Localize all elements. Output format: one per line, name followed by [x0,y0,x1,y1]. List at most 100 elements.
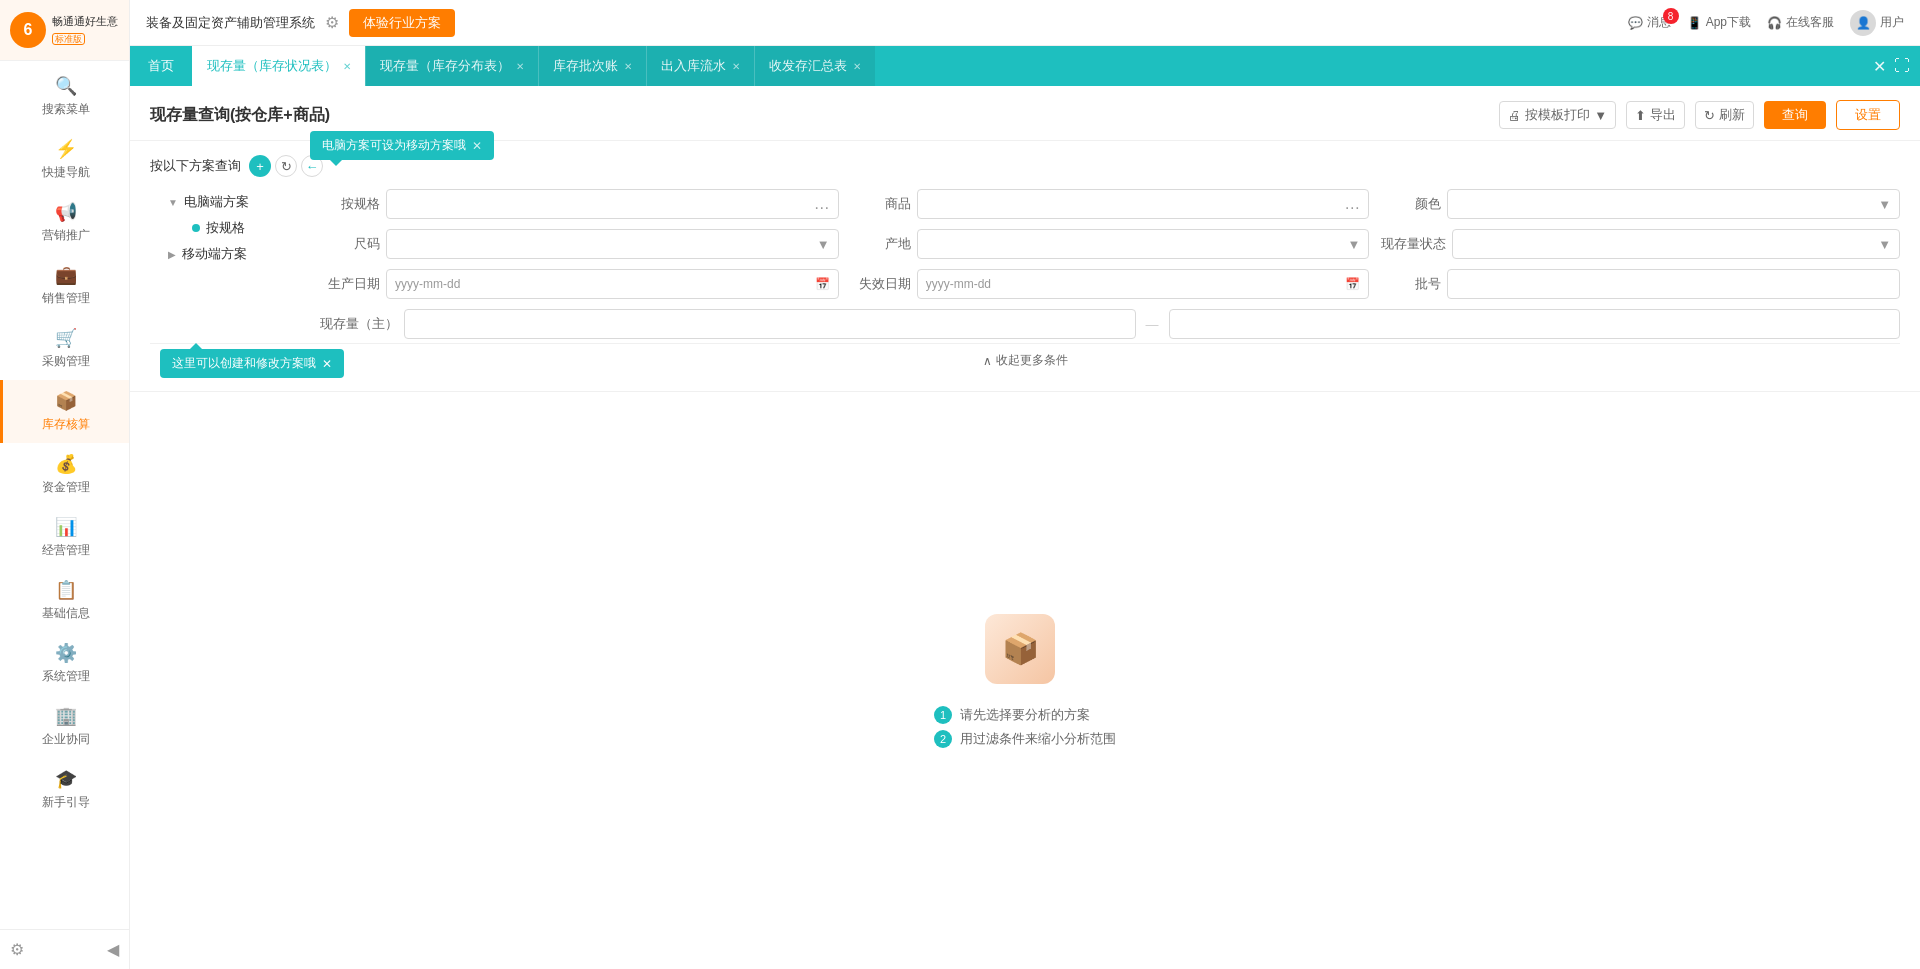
message-badge: 8 [1663,8,1679,24]
color-select[interactable]: ▼ [1447,189,1900,219]
service-item[interactable]: 🎧 在线客服 [1767,14,1834,31]
app-download-item[interactable]: 📱 App下载 [1687,14,1751,31]
stock-status-select[interactable]: ▼ [1452,229,1900,259]
tooltip1-close[interactable]: ✕ [472,139,482,153]
message-icon-item[interactable]: 💬 消息 8 [1628,14,1671,31]
sidebar-item-finance-label: 资金管理 [42,479,90,496]
field-batch: 批号 [1381,269,1900,299]
origin-select[interactable]: ▼ [917,229,1370,259]
sidebar-item-sales-label: 销售管理 [42,290,90,307]
refresh-btn[interactable]: ↻ 刷新 [1695,101,1754,129]
print-btn[interactable]: 🖨 按模板打印 ▼ [1499,101,1616,129]
expiry-date-start[interactable]: yyyy-mm-dd 📅 [917,269,1370,299]
tab-inventory-status[interactable]: 现存量（库存状况表） ✕ [192,46,365,86]
filter-body: ▼ 电脑端方案 按规格 ▶ 移动端方案 [150,189,1900,339]
scheme-pc[interactable]: ▼ 电脑端方案 [160,189,310,215]
close-all-tabs-icon[interactable]: ✕ [1871,55,1888,78]
batch-label: 批号 [1381,275,1441,293]
product-select[interactable]: … [917,189,1370,219]
tab-collect[interactable]: 收发存汇总表 ✕ [754,46,875,86]
enterprise-icon: 🏢 [55,705,77,727]
field-stock-status: 现存量状态 ▼ [1381,229,1900,259]
field-color: 颜色 ▼ [1381,189,1900,219]
fullscreen-icon[interactable]: ⛶ [1892,55,1912,77]
product-dots[interactable]: … [1344,195,1360,213]
filter-row-4: 现存量（主） — [320,309,1900,339]
tab-batch[interactable]: 库存批次账 ✕ [538,46,646,86]
tab-home[interactable]: 首页 [130,46,192,86]
system-gear-icon[interactable]: ⚙ [325,13,339,32]
sidebar-item-purchase-label: 采购管理 [42,353,90,370]
topbar-right: 💬 消息 8 📱 App下载 🎧 在线客服 👤 用户 [1628,10,1904,36]
sidebar-item-guide[interactable]: 🎓 新手引导 [0,758,129,821]
sales-icon: 💼 [55,264,77,286]
sidebar-item-marketing[interactable]: 📢 营销推广 [0,191,129,254]
logo-title: 畅通通好生意 [52,14,118,29]
size-label: 尺码 [320,235,380,253]
set-btn-top[interactable]: 设置 [1836,100,1900,130]
calendar-icon-2[interactable]: 📅 [1345,277,1360,291]
user-item[interactable]: 👤 用户 [1850,10,1904,36]
settings-bottom-icon[interactable]: ⚙ [10,940,24,959]
refresh-scheme-btn[interactable]: ↻ [275,155,297,177]
sidebar-item-sales[interactable]: 💼 销售管理 [0,254,129,317]
step-circle-1: 1 [934,706,952,724]
tooltip-create-scheme: 这里可以创建和修改方案哦 ✕ [160,349,344,378]
sidebar-item-enterprise[interactable]: 🏢 企业协同 [0,695,129,758]
scheme-pc-children: 按规格 [160,215,310,241]
size-dropdown-icon: ▼ [817,237,830,252]
quick-icon: ⚡ [55,138,77,160]
sidebar-bottom: ⚙ ◀ [0,929,129,969]
stock-qty-min[interactable] [404,309,1136,339]
logo-text-area: 畅通通好生意 标准版 [52,14,118,45]
tab-inventory-dist[interactable]: 现存量（库存分布表） ✕ [365,46,538,86]
sidebar-item-finance[interactable]: 💰 资金管理 [0,443,129,506]
sidebar-item-inventory-label: 库存核算 [42,416,90,433]
scheme-pc-child-1[interactable]: 按规格 [184,215,310,241]
warehouse-label: 按规格 [320,195,380,213]
sidebar-item-system[interactable]: ⚙️ 系统管理 [0,632,129,695]
search-icon: 🔍 [55,75,77,97]
calendar-icon-1[interactable]: 📅 [815,277,830,291]
batch-input[interactable] [1447,269,1900,299]
tooltip2-close[interactable]: ✕ [322,357,332,371]
search-btn-top[interactable]: 查询 [1764,101,1826,129]
step-circle-2: 2 [934,730,952,748]
tooltip-pc-scheme: 电脑方案可设为移动方案哦 ✕ [310,131,494,160]
tab-inout[interactable]: 出入库流水 ✕ [646,46,754,86]
add-scheme-btn[interactable]: + [249,155,271,177]
tab-close-inventory-dist[interactable]: ✕ [516,61,524,72]
sidebar-item-quick[interactable]: ⚡ 快捷导航 [0,128,129,191]
filter-row-1: 按规格 … 商品 … [320,189,1900,219]
collapse-btn[interactable]: ∧ 收起更多条件 [983,352,1068,369]
production-date-start[interactable]: yyyy-mm-dd 📅 [386,269,839,299]
basic-icon: 📋 [55,579,77,601]
sidebar-item-search[interactable]: 🔍 搜索菜单 [0,65,129,128]
tab-close-inout[interactable]: ✕ [732,61,740,72]
sidebar-item-operations[interactable]: 📊 经营管理 [0,506,129,569]
operations-icon: 📊 [55,516,77,538]
sidebar-item-inventory[interactable]: 📦 库存核算 [0,380,129,443]
scheme-mobile[interactable]: ▶ 移动端方案 [160,241,310,267]
tab-close-batch[interactable]: ✕ [624,61,632,72]
export-btn[interactable]: ⬆ 导出 [1626,101,1685,129]
warehouse-dots[interactable]: … [814,195,830,213]
guide-icon: 🎓 [55,768,77,790]
refresh-icon: ↻ [1704,108,1715,123]
page-title: 现存量查询(按仓库+商品) [150,105,330,126]
origin-dropdown-icon: ▼ [1347,237,1360,252]
collapse-sidebar-icon[interactable]: ◀ [107,940,119,959]
tab-close-inventory-status[interactable]: ✕ [343,61,351,72]
service-icon: 🎧 [1767,16,1782,30]
sidebar-nav: 🔍 搜索菜单 ⚡ 快捷导航 📢 营销推广 💼 销售管理 🛒 采购管理 📦 库存核… [0,61,129,929]
sidebar-item-basic[interactable]: 📋 基础信息 [0,569,129,632]
sidebar-item-marketing-label: 营销推广 [42,227,90,244]
size-select[interactable]: ▼ [386,229,839,259]
trial-btn[interactable]: 体验行业方案 [349,9,455,37]
warehouse-select[interactable]: … [386,189,839,219]
field-warehouse: 按规格 … [320,189,839,219]
stock-qty-max[interactable] [1169,309,1901,339]
sidebar-item-purchase[interactable]: 🛒 采购管理 [0,317,129,380]
empty-state: 📦 1 请先选择要分析的方案 2 用过滤条件来缩小分析范围 [130,392,1920,969]
tab-close-collect[interactable]: ✕ [853,61,861,72]
